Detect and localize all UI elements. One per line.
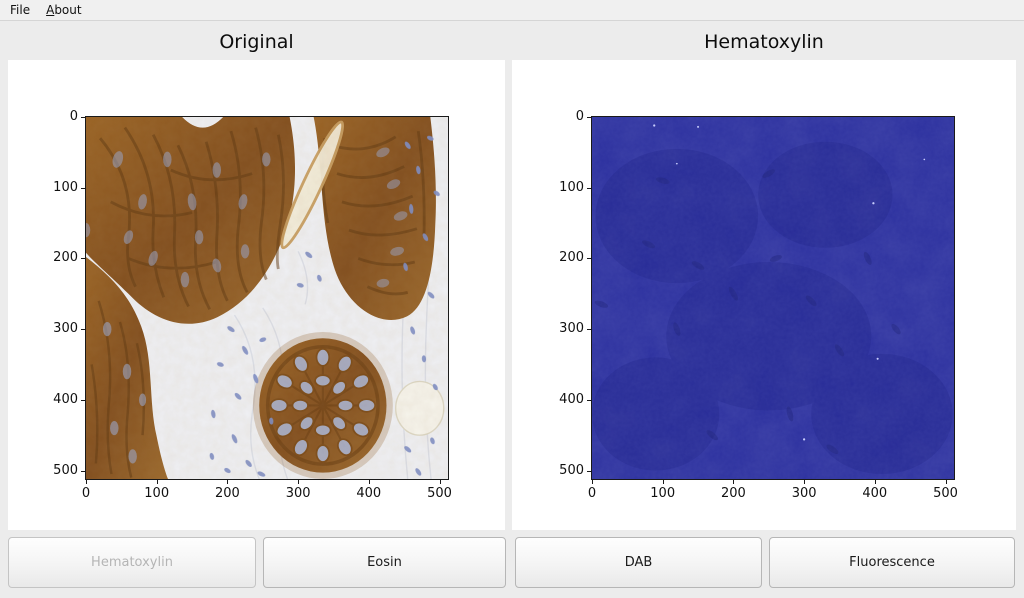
y-tick-label: 300 [53, 321, 78, 337]
x-tick-label: 400 [862, 486, 888, 501]
x-tick-mark [804, 480, 806, 484]
figure-panel-original: 0 100 200 300 400 500 0 100 200 300 400 500 [8, 60, 505, 530]
y-tick-mark [587, 187, 591, 189]
y-tick-label: 0 [575, 109, 584, 124]
panel-title-hematoxylin: Hematoxylin [704, 31, 824, 53]
x-tick-mark [662, 480, 664, 484]
panel-title-original: Original [219, 31, 294, 53]
hematoxylin-button[interactable]: Hematoxylin [8, 537, 256, 588]
y-tick-label: 500 [53, 462, 78, 478]
plot-hematoxylin [591, 116, 955, 480]
eosin-button[interactable]: Eosin [263, 537, 506, 588]
x-tick-mark [86, 480, 87, 484]
y-tick-label: 400 [559, 391, 584, 407]
y-tick-mark [81, 117, 85, 118]
y-tick-mark [81, 470, 85, 472]
menu-about-rest: bout [54, 3, 82, 17]
x-tick-mark [368, 480, 370, 484]
x-tick-mark [156, 480, 158, 484]
y-tick-label: 400 [53, 391, 78, 407]
y-tick-mark [81, 258, 85, 260]
x-tick-label: 500 [427, 486, 452, 501]
hematoxylin-channel-image [592, 117, 954, 479]
y-tick-label: 300 [559, 321, 584, 337]
x-tick-mark [439, 480, 441, 484]
y-tick-label: 200 [559, 250, 584, 266]
figure-panel-hematoxylin: 0 100 200 300 400 500 0 100 200 300 400 500 [512, 60, 1016, 530]
x-tick-label: 0 [81, 486, 91, 501]
y-tick-mark [81, 187, 85, 189]
x-tick-label: 0 [587, 486, 597, 501]
fluorescence-button[interactable]: Fluorescence [769, 537, 1015, 588]
x-tick-label: 100 [144, 486, 170, 501]
x-tick-label: 300 [285, 486, 311, 501]
y-tick-mark [81, 399, 85, 401]
x-tick-label: 100 [650, 486, 676, 501]
plot-original [85, 116, 449, 480]
x-tick-mark [227, 480, 229, 484]
menu-file[interactable]: File [10, 0, 30, 20]
menu-about[interactable]: About [46, 0, 82, 20]
x-tick-mark [298, 480, 300, 484]
x-tick-mark [733, 480, 735, 484]
x-tick-label: 200 [720, 486, 746, 501]
y-tick-label: 100 [53, 179, 78, 195]
y-tick-mark [587, 470, 591, 472]
y-tick-label: 0 [69, 109, 78, 124]
y-tick-mark [587, 399, 591, 401]
y-tick-label: 200 [53, 250, 78, 266]
x-tick-mark [874, 480, 876, 484]
y-tick-label: 100 [559, 179, 584, 195]
y-tick-mark [587, 258, 591, 260]
menu-bar: File About [0, 0, 1024, 21]
y-tick-label: 500 [559, 462, 584, 478]
y-tick-mark [587, 117, 591, 118]
original-micrograph-image [86, 117, 448, 479]
x-tick-label: 400 [356, 486, 382, 501]
x-tick-mark [945, 480, 947, 484]
dab-button[interactable]: DAB [515, 537, 762, 588]
y-tick-mark [587, 329, 591, 331]
y-tick-mark [81, 329, 85, 331]
x-tick-label: 200 [214, 486, 240, 501]
x-tick-label: 300 [791, 486, 817, 501]
x-tick-mark [592, 480, 593, 484]
x-tick-label: 500 [933, 486, 958, 501]
